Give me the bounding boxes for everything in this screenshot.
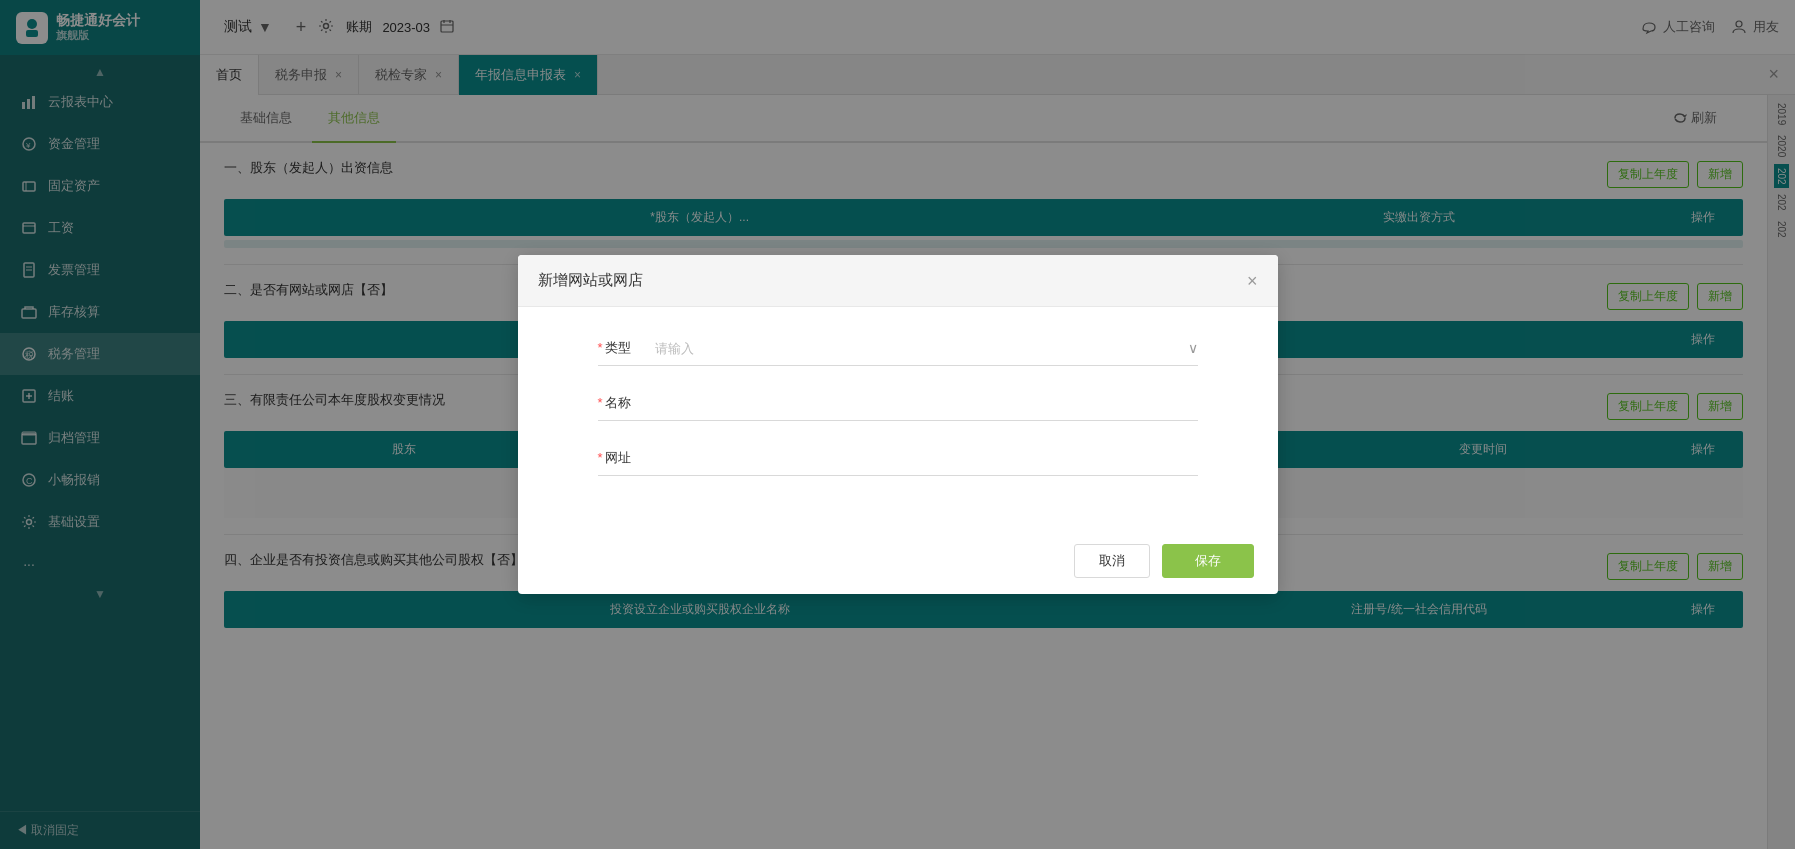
- form-field-type: *类型 ∨: [598, 339, 1198, 366]
- form-field-name: *名称: [598, 394, 1198, 421]
- dialog-footer: 取消 保存: [518, 528, 1278, 594]
- save-button[interactable]: 保存: [1162, 544, 1254, 578]
- dialog-header: 新增网站或网店 ×: [518, 255, 1278, 307]
- form-field-url: *网址: [598, 449, 1198, 476]
- dialog-title: 新增网站或网店: [538, 271, 643, 290]
- form-row-name: *名称: [598, 394, 1198, 421]
- dialog-overlay[interactable]: 新增网站或网店 × *类型 ∨ *名称: [0, 0, 1795, 849]
- dialog: 新增网站或网店 × *类型 ∨ *名称: [518, 255, 1278, 594]
- dialog-body: *类型 ∨ *名称 *网址: [518, 307, 1278, 528]
- type-input[interactable]: [655, 341, 1176, 356]
- name-input[interactable]: [655, 396, 1198, 411]
- type-label: *类型: [598, 339, 631, 357]
- form-row-type: *类型 ∨: [598, 339, 1198, 366]
- name-label: *名称: [598, 394, 631, 412]
- form-row-url: *网址: [598, 449, 1198, 476]
- dialog-close-btn[interactable]: ×: [1247, 272, 1258, 290]
- url-input[interactable]: [655, 451, 1198, 466]
- cancel-button[interactable]: 取消: [1074, 544, 1150, 578]
- url-label: *网址: [598, 449, 631, 467]
- type-dropdown-icon[interactable]: ∨: [1188, 340, 1198, 356]
